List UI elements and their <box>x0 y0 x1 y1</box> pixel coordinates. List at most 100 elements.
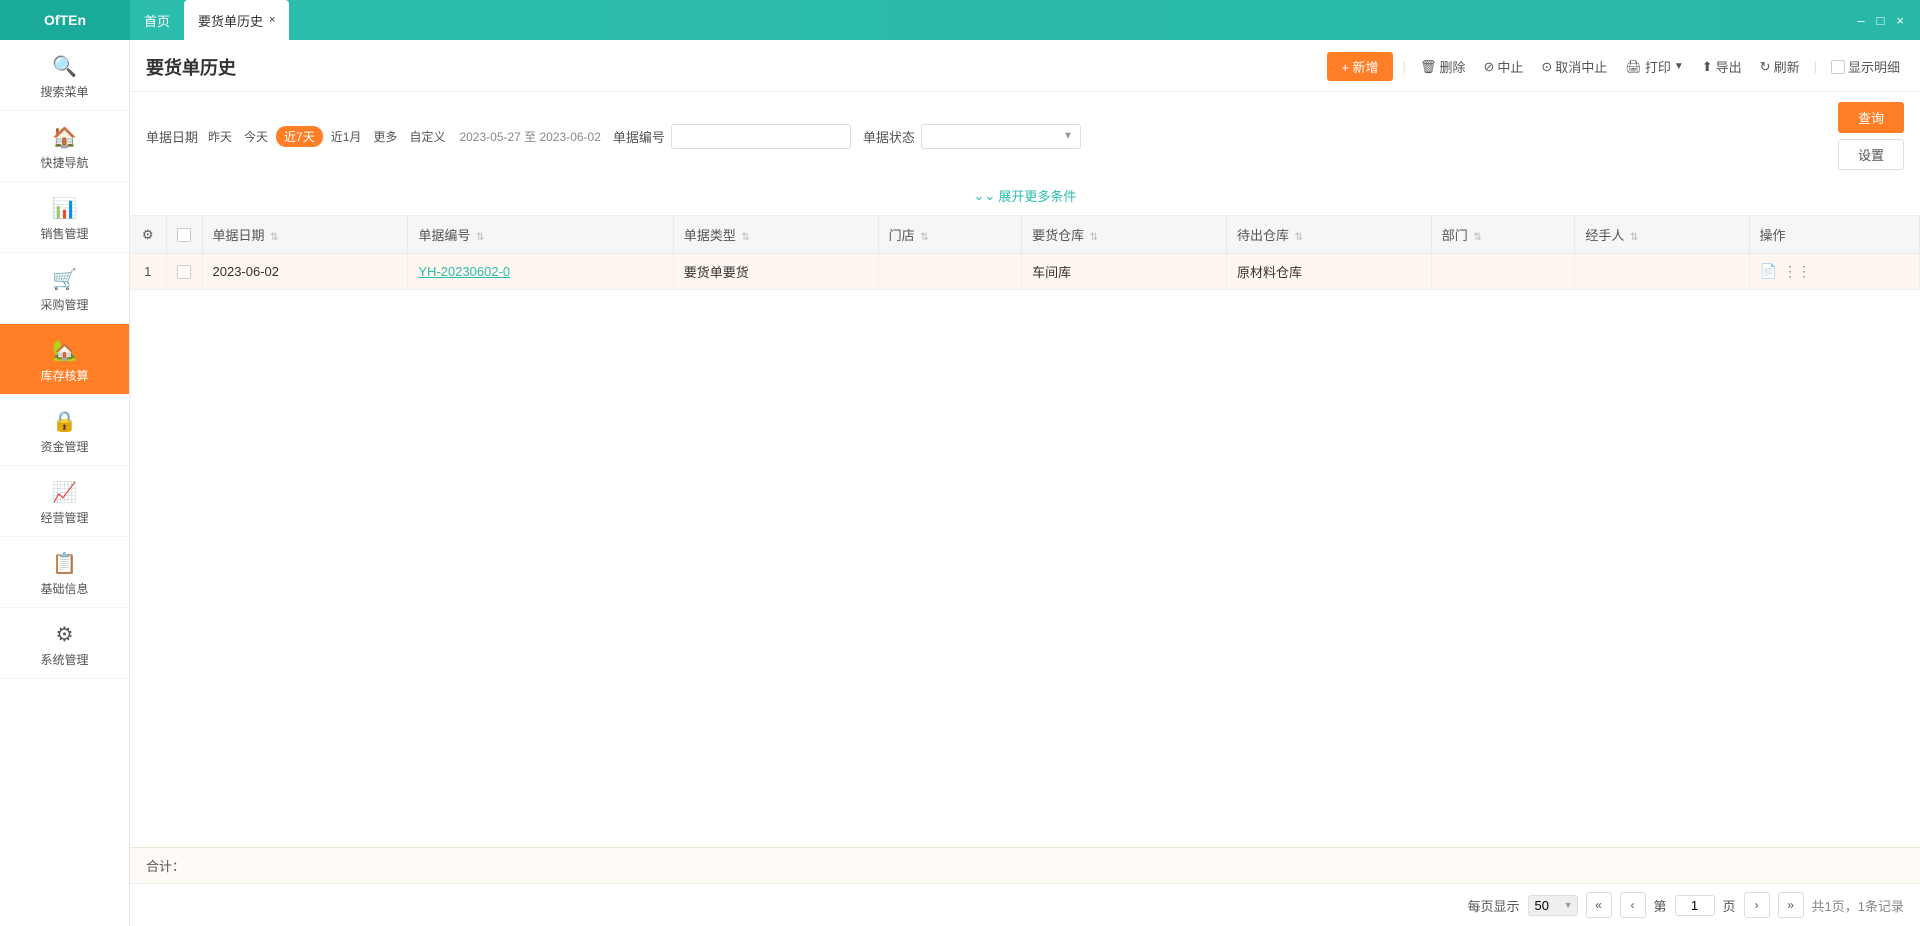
shortcut-1month[interactable]: 近1月 <box>327 126 366 147</box>
per-page-select-wrap: 10 20 50 100 <box>1528 895 1578 916</box>
minimize-icon[interactable]: – <box>1857 13 1864 28</box>
expand-filter-button[interactable]: ⌄⌄ 展开更多条件 <box>974 186 1077 205</box>
maximize-icon[interactable]: □ <box>1877 13 1885 28</box>
sort-wait-warehouse-icon[interactable]: ⇅ <box>1295 232 1303 243</box>
sort-bill-no-icon[interactable]: ⇅ <box>476 232 484 243</box>
tab-requisition-history[interactable]: 要货单历史 × <box>184 0 289 40</box>
th-bill-type: 单据类型 ⇅ <box>673 216 878 254</box>
sort-req-warehouse-icon[interactable]: ⇅ <box>1090 232 1098 243</box>
filter-bar: 单据日期 昨天 今天 近7天 近1月 更多 自定义 2023-05-27 至 2… <box>130 92 1920 216</box>
refresh-button[interactable]: ↻ 刷新 <box>1756 55 1804 78</box>
td-handler <box>1575 254 1749 290</box>
prev-page-button[interactable]: ‹ <box>1620 892 1646 918</box>
table-header-row: ⚙ 单据日期 ⇅ 单据编号 ⇅ 单据类型 <box>130 216 1920 254</box>
query-button[interactable]: 查询 <box>1838 102 1904 133</box>
bill-no-input[interactable] <box>671 124 851 149</box>
print-button[interactable]: 🖨 打印 ▼ <box>1621 55 1687 78</box>
sort-store-icon[interactable]: ⇅ <box>920 232 928 243</box>
new-button[interactable]: + 新增 <box>1327 52 1392 81</box>
tab-close-icon[interactable]: × <box>269 14 275 26</box>
top-bar: OfTEn 首页 要货单历史 × – □ × <box>0 0 1920 40</box>
select-all-checkbox[interactable] <box>177 228 191 242</box>
content-area: 要货单历史 + 新增 | 🗑 删除 ⊘ 中止 ⊙ 取消中止 🖨 <box>130 40 1920 926</box>
shortcut-more[interactable]: 更多 <box>369 126 401 147</box>
bill-date-label: 单据日期 <box>146 127 198 146</box>
window-controls: – □ × <box>1857 13 1920 28</box>
first-page-button[interactable]: « <box>1586 892 1612 918</box>
filter-actions: 查询 设置 <box>1838 102 1904 170</box>
stop-button[interactable]: ⊘ 中止 <box>1479 55 1527 78</box>
ops-mgmt-icon: 📈 <box>52 480 77 505</box>
sidebar-item-sys-mgmt[interactable]: ⚙ 系统管理 <box>0 608 129 679</box>
page-header: 要货单历史 + 新增 | 🗑 删除 ⊘ 中止 ⊙ 取消中止 🖨 <box>130 40 1920 92</box>
td-action: 📄 ⋮⋮ <box>1749 254 1920 290</box>
bill-status-select[interactable]: 草稿 已确认 已中止 <box>921 124 1081 149</box>
sort-bill-date-icon[interactable]: ⇅ <box>270 232 278 243</box>
th-req-warehouse: 要货仓库 ⇅ <box>1022 216 1227 254</box>
delete-button[interactable]: 🗑 删除 <box>1416 55 1470 78</box>
shortcut-nav-icon: 🏠 <box>52 125 77 150</box>
row-edit-icon[interactable]: 📄 <box>1760 263 1777 280</box>
shortcut-today[interactable]: 今天 <box>240 126 272 147</box>
sidebar-item-finance-mgmt[interactable]: 🔒 资金管理 <box>0 395 129 466</box>
sort-bill-type-icon[interactable]: ⇅ <box>741 232 749 243</box>
filter-setting-button[interactable]: 设置 <box>1838 139 1904 170</box>
th-store: 门店 ⇅ <box>878 216 1022 254</box>
th-handler: 经手人 ⇅ <box>1575 216 1749 254</box>
summary-bar: 合计： <box>130 847 1920 883</box>
sidebar-item-basic-info[interactable]: 📋 基础信息 <box>0 537 129 608</box>
shortcut-7days[interactable]: 近7天 <box>276 126 323 147</box>
sort-dept-icon[interactable]: ⇅ <box>1473 232 1481 243</box>
filter-row2: ⌄⌄ 展开更多条件 <box>146 182 1904 205</box>
sidebar-item-ops-mgmt[interactable]: 📈 经营管理 <box>0 466 129 537</box>
sidebar-item-shortcut-nav[interactable]: 🏠 快捷导航 <box>0 111 129 182</box>
sidebar-item-purchase-mgmt[interactable]: 🛒 采购管理 <box>0 253 129 324</box>
per-page-select[interactable]: 10 20 50 100 <box>1528 895 1578 916</box>
shortcut-custom[interactable]: 自定义 <box>405 126 449 147</box>
basic-info-icon: 📋 <box>52 551 77 576</box>
th-dept: 部门 ⇅ <box>1431 216 1575 254</box>
display-detail-button[interactable]: 显示明细 <box>1827 55 1904 78</box>
sidebar-item-inventory-calc[interactable]: 🏡 库存核算 <box>0 324 129 395</box>
th-check[interactable] <box>166 216 202 254</box>
td-bill-type: 要货单要货 <box>673 254 878 290</box>
sort-handler-icon[interactable]: ⇅ <box>1630 232 1638 243</box>
sys-mgmt-icon: ⚙ <box>56 622 74 647</box>
per-page-label: 每页显示 <box>1467 896 1519 915</box>
td-req-warehouse: 车间库 <box>1022 254 1227 290</box>
shortcut-yesterday[interactable]: 昨天 <box>204 126 236 147</box>
filter-group-bill-status: 单据状态 草稿 已确认 已中止 <box>863 124 1081 149</box>
th-settings[interactable]: ⚙ <box>130 216 166 254</box>
print-dropdown-icon: ▼ <box>1674 61 1684 72</box>
date-shortcuts: 昨天 今天 近7天 近1月 更多 自定义 <box>204 126 449 147</box>
stop-icon: ⊘ <box>1483 59 1494 75</box>
row-more-icon[interactable]: ⋮⋮ <box>1783 263 1811 280</box>
page-number-input[interactable] <box>1675 895 1715 916</box>
td-bill-no[interactable]: YH-20230602-0 <box>408 254 673 290</box>
action-icons: 📄 ⋮⋮ <box>1760 263 1910 280</box>
inventory-calc-icon: 🏡 <box>52 338 77 363</box>
bill-no-label: 单据编号 <box>613 127 665 146</box>
date-range-display: 2023-05-27 至 2023-06-02 <box>459 128 600 145</box>
bill-no-link[interactable]: YH-20230602-0 <box>418 264 510 279</box>
export-button[interactable]: ⬆ 导出 <box>1698 55 1746 78</box>
sales-mgmt-icon: 📊 <box>52 196 77 221</box>
cancel-stop-button[interactable]: ⊙ 取消中止 <box>1537 55 1611 78</box>
close-icon[interactable]: × <box>1896 13 1904 28</box>
th-action: 操作 <box>1749 216 1920 254</box>
display-detail-checkbox[interactable] <box>1831 60 1845 74</box>
finance-mgmt-icon: 🔒 <box>52 409 77 434</box>
td-settings: 1 <box>130 254 166 290</box>
page-word: 第 <box>1654 896 1667 915</box>
td-check[interactable] <box>166 254 202 290</box>
total-info: 共1页，1条记录 <box>1812 896 1904 915</box>
sidebar-item-sales-mgmt[interactable]: 📊 销售管理 <box>0 182 129 253</box>
last-page-button[interactable]: » <box>1778 892 1804 918</box>
sidebar-item-search-menu[interactable]: 🔍 搜索菜单 <box>0 40 129 111</box>
logo: OfTEn <box>0 0 130 40</box>
next-page-button[interactable]: › <box>1744 892 1770 918</box>
tab-home[interactable]: 首页 <box>130 0 184 40</box>
cancel-stop-icon: ⊙ <box>1541 59 1552 75</box>
td-wait-warehouse: 原材料仓库 <box>1226 254 1431 290</box>
row-checkbox[interactable] <box>177 265 191 279</box>
